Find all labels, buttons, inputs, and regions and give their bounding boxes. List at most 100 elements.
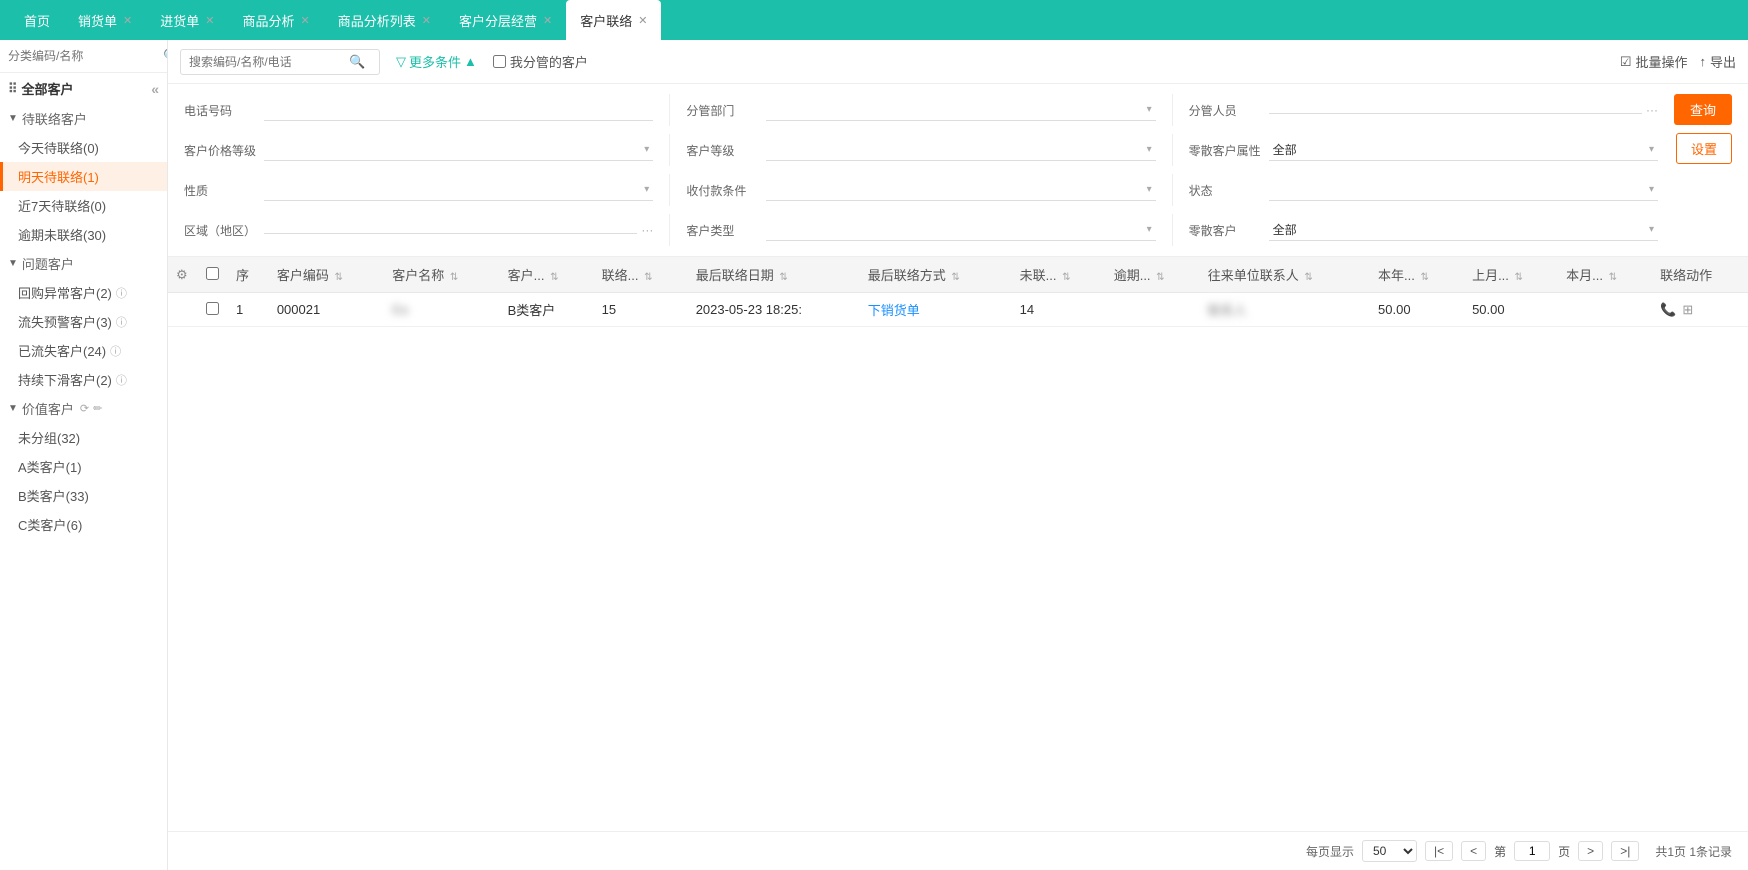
last-contact-link[interactable]: 下销货单	[868, 303, 920, 318]
bulk-operation-button[interactable]: ☑ 批量操作	[1620, 52, 1688, 71]
filter-region-dots[interactable]: ···	[641, 223, 653, 237]
chevron-up-icon: ▲	[464, 54, 477, 69]
select-all-checkbox[interactable]	[206, 267, 219, 280]
sidebar-item-tomorrow[interactable]: 明天待联络(1)	[0, 162, 167, 191]
refresh-icon[interactable]: ⟳	[80, 402, 89, 415]
filter-phone-input[interactable]	[264, 100, 653, 121]
nav-purchase[interactable]: 进货单 ✕	[146, 0, 228, 40]
nav-product-analysis-list[interactable]: 商品分析列表 ✕	[324, 0, 445, 40]
per-page-select[interactable]: 50 100 200	[1362, 840, 1417, 862]
info-icon: ⓘ	[116, 285, 127, 301]
last-page-button[interactable]: >|	[1611, 841, 1639, 861]
sidebar-item-churned[interactable]: 已流失客户(24) ⓘ	[0, 336, 167, 365]
filter-retail-attr-select[interactable]: 全部	[1269, 140, 1658, 160]
nav-home[interactable]: 首页	[10, 0, 64, 40]
my-customers-filter[interactable]: 我分管的客户	[493, 52, 588, 71]
close-icon[interactable]: ✕	[638, 14, 647, 27]
td-this-month	[1558, 293, 1652, 327]
close-icon[interactable]: ✕	[205, 14, 214, 27]
main-layout: 🔍 ⠿ 全部客户 « ▼ 待联络客户 今天待联络(0) 明天待联络(1) 近7天…	[0, 40, 1748, 870]
filter-status-select[interactable]	[1269, 180, 1658, 200]
filter-customer-level: 客户等级 ▾	[686, 140, 1155, 161]
sort-icon[interactable]: ⇅	[951, 272, 959, 283]
nav-sales[interactable]: 销货单 ✕	[64, 0, 146, 40]
gear-icon[interactable]: ⚙	[176, 267, 188, 282]
sort-icon[interactable]: ⇅	[1062, 272, 1070, 283]
close-icon[interactable]: ✕	[301, 14, 310, 27]
filter-person-dots[interactable]: ···	[1646, 103, 1658, 117]
grid-action-icon[interactable]: ⊞	[1682, 302, 1693, 318]
nav-product-analysis[interactable]: 商品分析 ✕	[228, 0, 323, 40]
close-icon[interactable]: ✕	[123, 14, 132, 27]
sort-icon[interactable]: ⇅	[1420, 272, 1428, 283]
sidebar-group-value[interactable]: ▼ 价值客户 ⟳ ✏	[0, 394, 167, 423]
sort-icon[interactable]: ⇅	[334, 272, 342, 283]
filter-retail-customer-select[interactable]: 全部	[1269, 220, 1658, 240]
td-name: Ea	[384, 293, 499, 327]
sidebar-item-7days[interactable]: 近7天待联络(0)	[0, 191, 167, 220]
sidebar-search-input[interactable]	[8, 49, 163, 63]
td-unit-contact: 联系人	[1200, 293, 1370, 327]
sidebar-item-churn-warning[interactable]: 流失预警客户(3) ⓘ	[0, 307, 167, 336]
edit-icon[interactable]: ✏	[93, 402, 102, 415]
filter-dept-select[interactable]	[766, 100, 1155, 120]
filter-price-select[interactable]	[264, 140, 653, 160]
search-button[interactable]: 🔍	[349, 54, 365, 70]
nav-customer-contact[interactable]: 客户联络 ✕	[566, 0, 661, 40]
arrow-down-icon: ▼	[8, 403, 18, 414]
sort-icon[interactable]: ⇅	[1609, 272, 1617, 283]
export-button[interactable]: ↑ 导出	[1699, 52, 1736, 71]
collapse-icon[interactable]: «	[151, 81, 159, 97]
filter-customer-type-select-wrapper: ▾	[766, 220, 1155, 241]
sidebar-item-ungrouped[interactable]: 未分组(32)	[0, 423, 167, 452]
page-number-input[interactable]	[1514, 841, 1550, 861]
close-icon[interactable]: ✕	[543, 14, 552, 27]
settings-button[interactable]: 设置	[1676, 133, 1732, 164]
sidebar-item-class-a[interactable]: A类客户(1)	[0, 452, 167, 481]
next-page-button[interactable]: >	[1578, 841, 1603, 861]
sort-icon[interactable]: ⇅	[550, 272, 558, 283]
prev-page-button[interactable]: <	[1461, 841, 1486, 861]
close-icon[interactable]: ✕	[422, 14, 431, 27]
filter-nature: 性质 ▾	[184, 180, 653, 201]
filter-panel: 电话号码 分管部门 ▾	[168, 84, 1748, 257]
sort-icon[interactable]: ⇅	[1156, 272, 1164, 283]
sidebar-item-declining[interactable]: 持续下滑客户(2) ⓘ	[0, 365, 167, 394]
sidebar-group-pending[interactable]: ▼ 待联络客户	[0, 104, 167, 133]
filter-price-select-wrapper: ▾	[264, 140, 653, 161]
filter-customer-type-select[interactable]	[766, 220, 1155, 240]
sidebar-group-problem[interactable]: ▼ 问题客户	[0, 249, 167, 278]
filter-more-button[interactable]: ▽ 更多条件 ▲	[388, 48, 485, 75]
filter-region: 区域（地区） ···	[184, 222, 653, 239]
sort-icon[interactable]: ⇅	[1515, 272, 1523, 283]
th-this-year: 本年... ⇅	[1370, 257, 1464, 293]
sort-icon[interactable]: ⇅	[779, 272, 787, 283]
all-customers-title[interactable]: ⠿ 全部客户 «	[0, 73, 167, 104]
td-action: 📞 ⊞	[1652, 293, 1748, 327]
sort-icon[interactable]: ⇅	[644, 272, 652, 283]
td-contact: 15	[594, 293, 688, 327]
nav-customer-layer[interactable]: 客户分层经营 ✕	[445, 0, 566, 40]
row-checkbox[interactable]	[206, 302, 219, 315]
sort-icon[interactable]: ⇅	[1304, 272, 1312, 283]
query-button[interactable]: 查询	[1674, 94, 1732, 125]
th-contact: 联络... ⇅	[594, 257, 688, 293]
sidebar-item-class-b[interactable]: B类客户(33)	[0, 481, 167, 510]
sort-icon[interactable]: ⇅	[450, 272, 458, 283]
th-action: 联络动作	[1652, 257, 1748, 293]
my-customers-checkbox[interactable]	[493, 55, 506, 68]
th-no-contact: 未联... ⇅	[1012, 257, 1106, 293]
toolbar: 🔍 ▽ 更多条件 ▲ 我分管的客户 ☑ 批量操作 ↑ 导出	[168, 40, 1748, 84]
filter-customer-level-select[interactable]	[766, 140, 1155, 160]
sidebar-item-repurchase-anomaly[interactable]: 回购异常客户(2) ⓘ	[0, 278, 167, 307]
sidebar-item-overdue[interactable]: 逾期未联络(30)	[0, 220, 167, 249]
sidebar-item-today[interactable]: 今天待联络(0)	[0, 133, 167, 162]
filter-nature-select[interactable]	[264, 180, 653, 200]
sidebar-item-class-c[interactable]: C类客户(6)	[0, 510, 167, 539]
filter-retail-customer-label: 零散客户	[1189, 222, 1269, 239]
phone-action-icon[interactable]: 📞	[1660, 302, 1676, 318]
filter-retail-customer: 零散客户 全部 ▾	[1189, 220, 1658, 241]
first-page-button[interactable]: |<	[1425, 841, 1453, 861]
filter-payment-select[interactable]	[766, 180, 1155, 200]
search-input[interactable]	[189, 55, 349, 69]
